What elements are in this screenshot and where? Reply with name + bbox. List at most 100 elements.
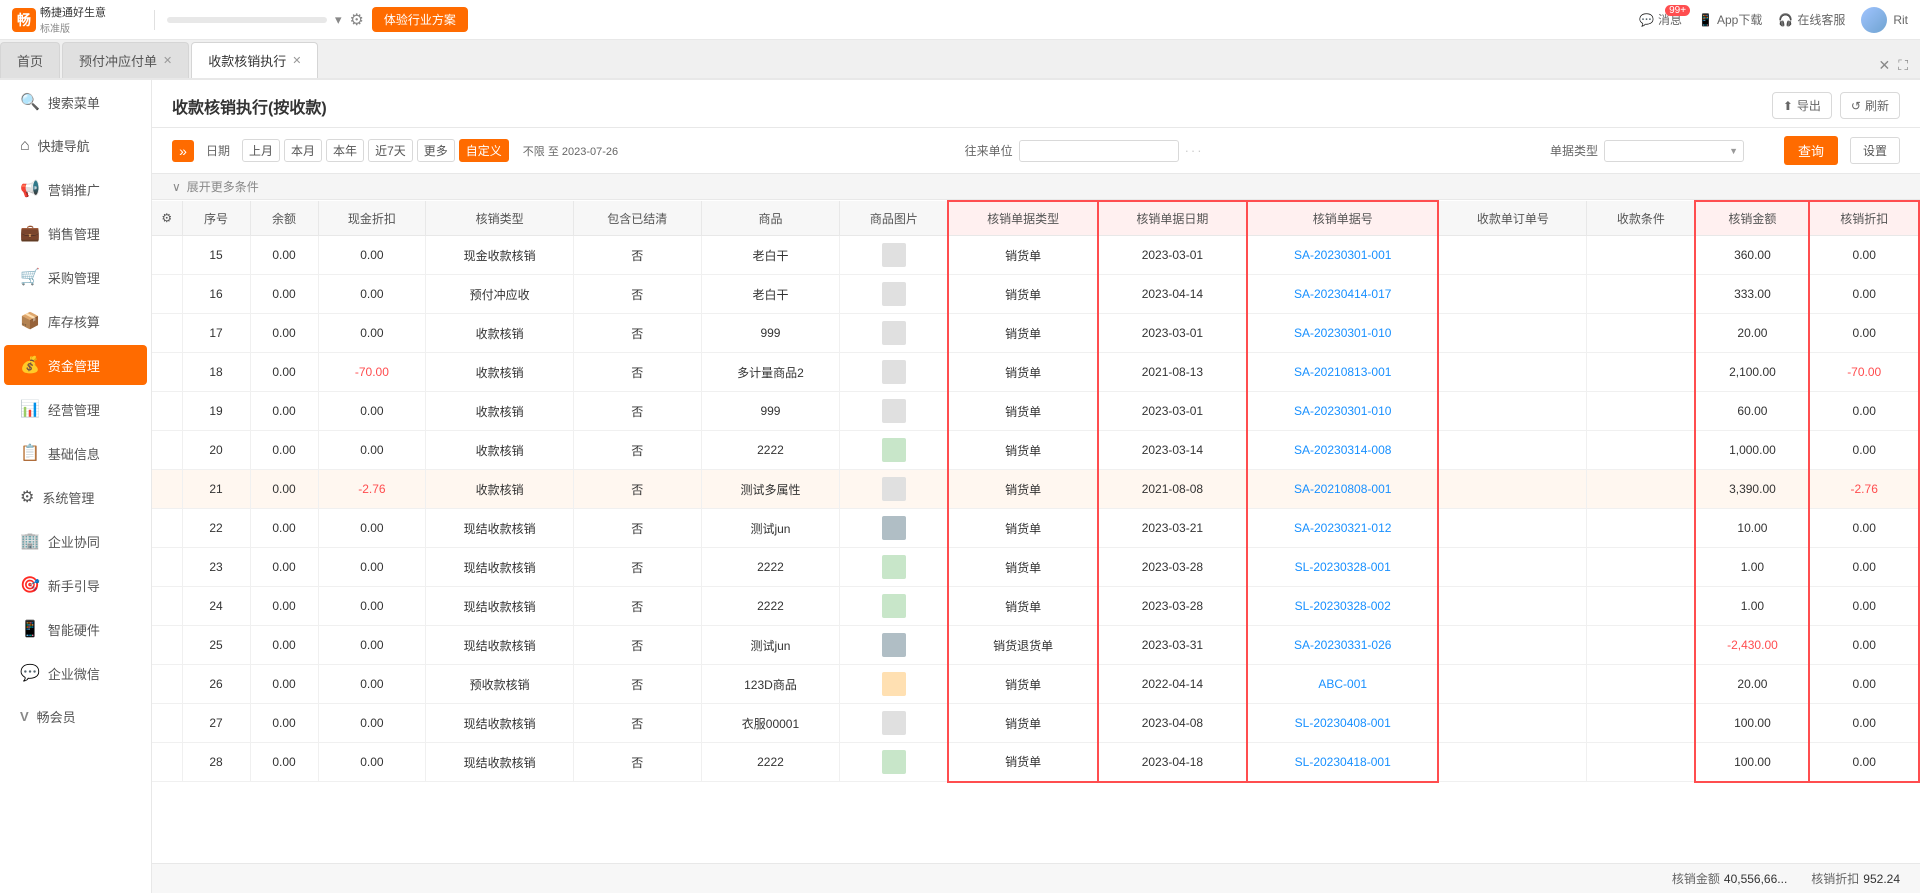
bill-no-link[interactable]: SL-20230408-001 (1295, 716, 1391, 730)
filter-this-month[interactable]: 本月 (284, 139, 322, 162)
messages-badge: 99+ (1665, 5, 1690, 16)
cell-bill-type: 销货单 (948, 353, 1097, 392)
cell-collection-condition (1587, 275, 1696, 314)
bill-no-link[interactable]: SA-20230301-010 (1294, 326, 1391, 340)
cell-settings (152, 626, 182, 665)
sidebar-item-operation[interactable]: 📊 经营管理 (4, 389, 147, 429)
sidebar-label-hardware: 智能硬件 (48, 620, 100, 639)
col-settings[interactable]: ⚙ (152, 201, 182, 236)
tab-collection[interactable]: 收款核销执行 ✕ (191, 42, 318, 78)
sidebar-item-enterprise[interactable]: 🏢 企业协同 (4, 521, 147, 561)
bill-no-link[interactable]: SA-20230331-026 (1294, 638, 1391, 652)
bill-no-link[interactable]: SA-20210813-001 (1294, 365, 1391, 379)
messages-btn[interactable]: 💬 消息 99+ (1639, 11, 1682, 28)
bill-no-link[interactable]: SA-20230321-012 (1294, 521, 1391, 535)
bill-no-link[interactable]: SL-20230418-001 (1295, 755, 1391, 769)
maximize-icon[interactable]: ⛶ (1898, 57, 1908, 74)
tab-home-label: 首页 (17, 51, 43, 70)
search-bar[interactable] (167, 17, 327, 23)
bill-no-link[interactable]: SA-20230314-008 (1294, 443, 1391, 457)
sidebar-label-wechat: 企业微信 (48, 664, 100, 683)
sidebar-item-basic[interactable]: 📋 基础信息 (4, 433, 147, 473)
sidebar-item-sales[interactable]: 💼 销售管理 (4, 213, 147, 253)
filter-this-year[interactable]: 本年 (326, 139, 364, 162)
cell-include-settled: 否 (573, 665, 701, 704)
filter-query-button[interactable]: 查询 (1784, 136, 1838, 165)
bill-no-link[interactable]: SA-20230301-010 (1294, 404, 1391, 418)
cell-bill-no: SA-20230301-010 (1247, 314, 1438, 353)
cell-cash-discount: -2.76 (318, 470, 426, 509)
refresh-button[interactable]: ↺ 刷新 (1840, 92, 1900, 119)
cell-collection-order-no (1438, 743, 1586, 782)
cell-collection-condition (1587, 587, 1696, 626)
cell-collection-order-no (1438, 626, 1586, 665)
filter-last-7days[interactable]: 近7天 (368, 139, 413, 162)
sidebar-item-system[interactable]: ⚙ 系统管理 (4, 477, 147, 517)
sidebar-item-wechat[interactable]: 💬 企业微信 (4, 653, 147, 693)
bill-no-link[interactable]: SL-20230328-001 (1295, 560, 1391, 574)
cell-write-off-type: 收款核销 (426, 314, 574, 353)
cell-product-image (840, 431, 949, 470)
data-table: ⚙ 序号 余额 现金折扣 核销类型 包含已结清 商品 商品图片 核销单据类型 核… (152, 200, 1920, 783)
tab-prepay[interactable]: 预付冲应付单 ✕ (62, 42, 189, 78)
sidebar-item-hardware[interactable]: 📱 智能硬件 (4, 609, 147, 649)
cell-product-image (840, 275, 949, 314)
refresh-icon: ↺ (1851, 99, 1861, 113)
col-bill-no: 核销单据号 (1247, 201, 1438, 236)
sidebar-label-purchase: 采购管理 (48, 268, 100, 287)
bill-no-link[interactable]: SL-20230328-002 (1295, 599, 1391, 613)
cell-product-image (840, 548, 949, 587)
sidebar-item-marketing[interactable]: 📢 营销推广 (4, 169, 147, 209)
cell-balance: 0.00 (250, 353, 318, 392)
filter-custom-btn[interactable]: 自定义 (459, 139, 509, 162)
sidebar-item-inventory[interactable]: 📦 库存核算 (4, 301, 147, 341)
close-window-icon[interactable]: ✕ (1878, 57, 1890, 74)
app-icon: 📱 (1698, 13, 1713, 27)
bill-no-link[interactable]: SA-20230301-001 (1294, 248, 1391, 262)
expand-more-bar[interactable]: ∨ 展开更多条件 (152, 174, 1920, 200)
cell-include-settled: 否 (573, 353, 701, 392)
dropdown-arrow[interactable]: ▾ (335, 12, 342, 28)
bill-no-link[interactable]: ABC-001 (1318, 677, 1367, 691)
sidebar-item-quick-nav[interactable]: ⌂ 快捷导航 (4, 126, 147, 165)
sidebar-item-search[interactable]: 🔍 搜索菜单 (4, 82, 147, 122)
tab-collection-close[interactable]: ✕ (292, 54, 301, 67)
export-button[interactable]: ⬆ 导出 (1772, 92, 1832, 119)
operation-icon: 📊 (20, 399, 40, 419)
sidebar-item-member[interactable]: V 畅会员 (4, 697, 147, 736)
cell-settings (152, 704, 182, 743)
col-bill-type: 核销单据类型 (948, 201, 1097, 236)
cell-collection-order-no (1438, 587, 1586, 626)
filter-expand-button[interactable]: » (172, 140, 194, 162)
solution-button[interactable]: 体验行业方案 (372, 7, 468, 32)
cell-cash-discount: 0.00 (318, 314, 426, 353)
online-service-btn[interactable]: 🎧 在线客服 (1778, 11, 1845, 28)
cell-balance: 0.00 (250, 236, 318, 275)
cell-collection-condition (1587, 509, 1696, 548)
table-row: 28 0.00 0.00 现结收款核销 否 2222 销货单 2023-04-1… (152, 743, 1919, 782)
filter-last-month[interactable]: 上月 (242, 139, 280, 162)
cell-bill-type: 销货单 (948, 392, 1097, 431)
cell-settings (152, 353, 182, 392)
sidebar-item-guide[interactable]: 🎯 新手引导 (4, 565, 147, 605)
bill-no-link[interactable]: SA-20230414-017 (1294, 287, 1391, 301)
table-footer: 核销金额 40,556,66... 核销折扣 952.24 (152, 863, 1920, 893)
cell-row-num: 25 (182, 626, 250, 665)
filter-settings-button[interactable]: 设置 (1850, 137, 1900, 164)
user-area[interactable]: Rit (1861, 7, 1908, 33)
sidebar-item-purchase[interactable]: 🛒 采购管理 (4, 257, 147, 297)
filter-more-dates[interactable]: 更多 (417, 139, 455, 162)
cell-balance: 0.00 (250, 431, 318, 470)
gear-icon[interactable]: ⚙ (350, 10, 364, 30)
footer-amount-label: 核销金额 (1672, 870, 1720, 887)
sidebar-item-finance[interactable]: 💰 资金管理 (4, 345, 147, 385)
app-download-btn[interactable]: 📱 App下载 (1698, 11, 1762, 28)
table-container: ⚙ 序号 余额 现金折扣 核销类型 包含已结清 商品 商品图片 核销单据类型 核… (152, 200, 1920, 863)
bill-no-link[interactable]: SA-20210808-001 (1294, 482, 1391, 496)
filter-from-unit-input[interactable] (1019, 140, 1179, 162)
cell-settings (152, 314, 182, 353)
cell-collection-order-no (1438, 548, 1586, 587)
tab-home[interactable]: 首页 (0, 42, 60, 78)
tab-prepay-close[interactable]: ✕ (163, 54, 172, 67)
filter-order-type-select[interactable] (1604, 140, 1744, 162)
